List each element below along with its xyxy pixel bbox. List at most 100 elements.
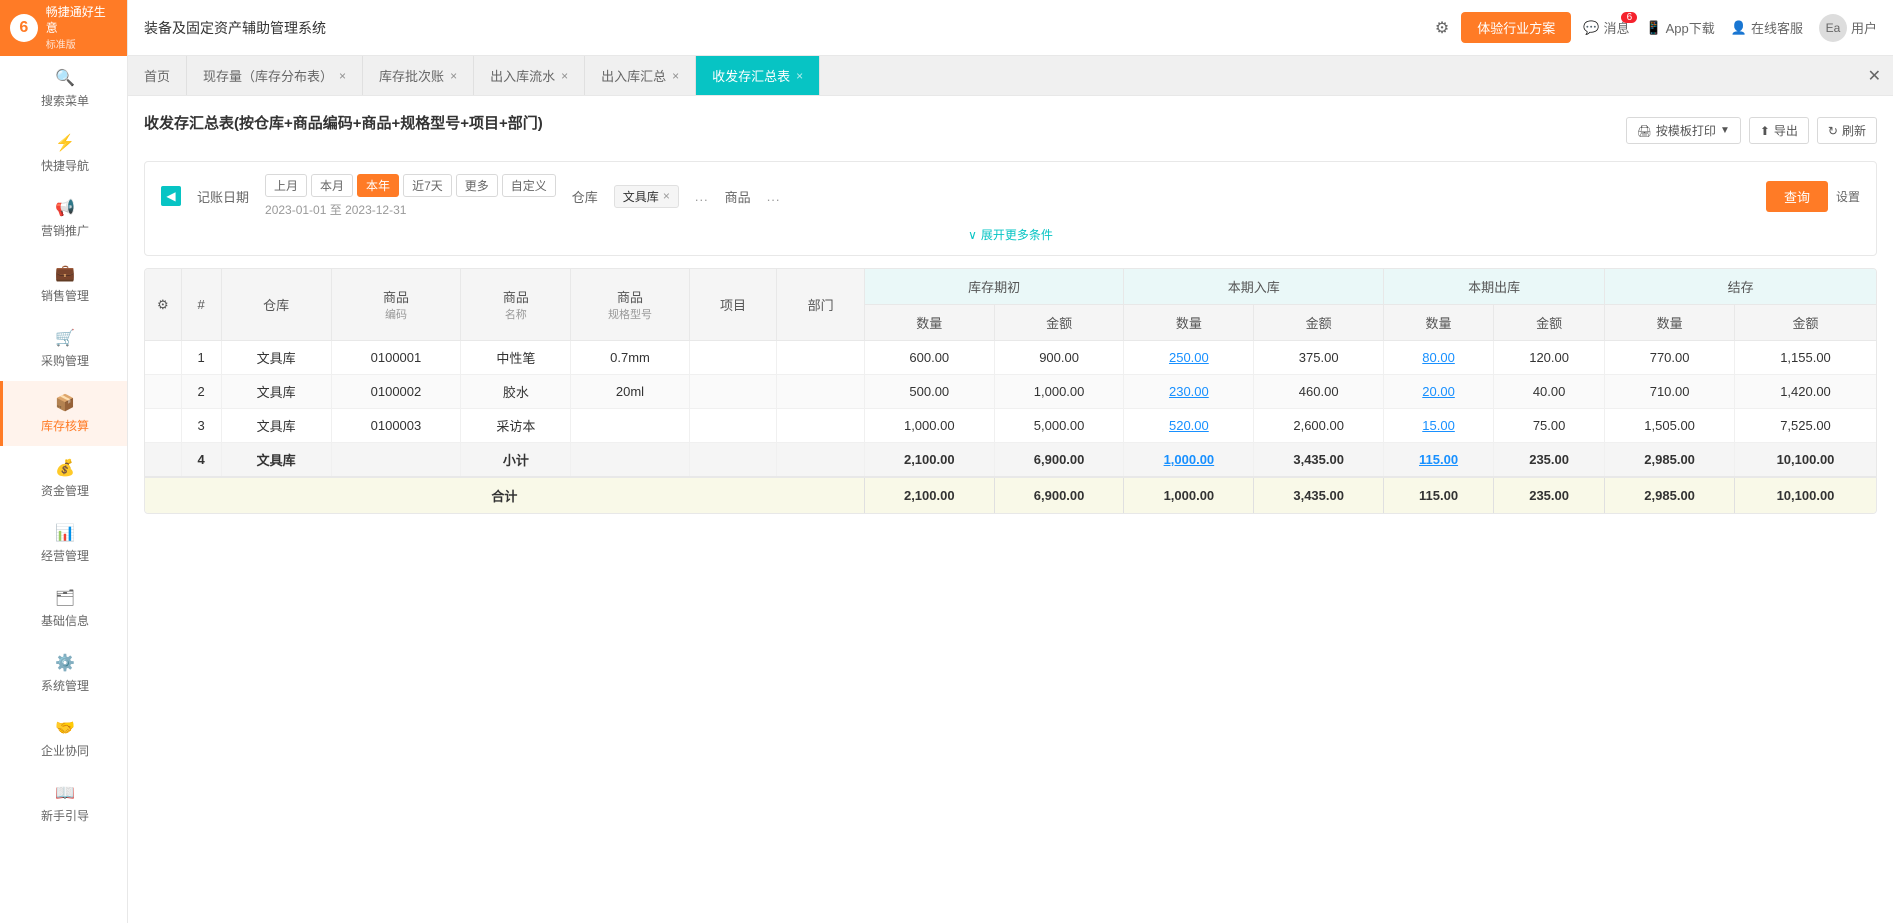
logo-icon: 6 — [10, 14, 38, 42]
warehouse-tag-remove[interactable]: × — [663, 189, 670, 203]
avatar: Ea — [1819, 14, 1847, 42]
tab-close-4[interactable]: × — [672, 69, 679, 83]
row-out-qty-1[interactable]: 20.00 — [1384, 375, 1494, 409]
row-goods-code-2: 0100003 — [331, 409, 461, 443]
row-in-qty-3-link[interactable]: 1,000.00 — [1164, 452, 1215, 467]
online-service-action[interactable]: 👤 在线客服 — [1731, 18, 1803, 37]
row-in-qty-0[interactable]: 250.00 — [1124, 341, 1254, 375]
date-btn-this-month[interactable]: 本月 — [311, 174, 353, 197]
row-close-qty-1: 710.00 — [1605, 375, 1735, 409]
table-settings-col[interactable]: ⚙ — [145, 269, 181, 341]
tabs-close-all[interactable]: ✕ — [1856, 66, 1893, 86]
row-goods-code-1: 0100002 — [331, 375, 461, 409]
tab-0[interactable]: 首页 — [128, 56, 187, 96]
row-in-qty-1-link[interactable]: 230.00 — [1169, 384, 1209, 399]
row-out-qty-2[interactable]: 15.00 — [1384, 409, 1494, 443]
search-icon: 🔍 — [55, 68, 75, 88]
date-btn-last-month[interactable]: 上月 — [265, 174, 307, 197]
sidebar-item-basic[interactable]: 🗂 基础信息 — [0, 576, 127, 641]
trial-btn[interactable]: 体验行业方案 — [1461, 12, 1571, 43]
row-out-qty-3-link[interactable]: 115.00 — [1419, 452, 1458, 467]
tab-label-2: 库存批次账 — [379, 66, 444, 85]
sidebar-item-marketing[interactable]: 📢 营销推广 — [0, 186, 127, 251]
sidebar-item-sales[interactable]: 💼 销售管理 — [0, 251, 127, 316]
row-goods-code-0: 0100001 — [331, 341, 461, 375]
row-in-amt-3: 3,435.00 — [1254, 443, 1384, 478]
user-action[interactable]: Ea 用户 — [1819, 14, 1877, 42]
date-btn-this-year[interactable]: 本年 — [357, 174, 399, 197]
row-open-amt-0: 900.00 — [994, 341, 1124, 375]
expand-icon: ∨ — [968, 228, 977, 242]
app-download-label: App下载 — [1666, 18, 1715, 37]
date-btn-7days[interactable]: 近7天 — [403, 174, 452, 197]
row-out-qty-2-link[interactable]: 15.00 — [1422, 418, 1455, 433]
warehouse-filter-dots[interactable]: ... — [695, 189, 709, 204]
tab-close-1[interactable]: × — [339, 69, 346, 83]
row-out-qty-3[interactable]: 115.00 — [1384, 443, 1494, 478]
row-checkbox[interactable] — [145, 341, 181, 375]
sidebar-item-quick[interactable]: ⚡ 快捷导航 — [0, 121, 127, 186]
row-in-qty-2[interactable]: 520.00 — [1124, 409, 1254, 443]
row-in-qty-3[interactable]: 1,000.00 — [1124, 443, 1254, 478]
col-open-qty-header: 数量 — [864, 305, 994, 341]
row-checkbox[interactable] — [145, 375, 181, 409]
row-open-qty-0: 600.00 — [864, 341, 994, 375]
row-checkbox[interactable] — [145, 409, 181, 443]
goods-filter-dots[interactable]: ... — [767, 189, 781, 204]
tab-2[interactable]: 库存批次账 × — [363, 56, 474, 96]
expand-conditions-btn[interactable]: ∨ 展开更多条件 — [968, 226, 1053, 243]
page-header-row: 收发存汇总表(按仓库+商品编码+商品+规格型号+项目+部门) 🖨 按模板打印 ▼… — [144, 112, 1877, 149]
gear-icon[interactable]: ⚙ — [1435, 18, 1449, 38]
sidebar-label-sales: 销售管理 — [41, 287, 89, 304]
export-btn[interactable]: ⬆ 导出 — [1749, 117, 1809, 144]
print-btn[interactable]: 🖨 按模板打印 ▼ — [1626, 117, 1741, 144]
app-download-action[interactable]: 📱 App下载 — [1645, 18, 1714, 37]
row-in-qty-0-link[interactable]: 250.00 — [1169, 350, 1209, 365]
row-warehouse-3: 文具库 — [221, 443, 331, 478]
footer-close-qty: 2,985.00 — [1605, 477, 1735, 513]
basic-icon: 🗂 — [55, 588, 75, 608]
sidebar-item-system[interactable]: ⚙️ 系统管理 — [0, 641, 127, 706]
service-icon: 👤 — [1731, 20, 1747, 36]
tab-5[interactable]: 收发存汇总表× — [696, 56, 820, 96]
col-goods-spec-header: 商品规格型号 — [571, 269, 689, 341]
tab-label-3: 出入库流水 — [490, 66, 555, 85]
tab-close-5[interactable]: × — [796, 69, 803, 83]
row-out-qty-1-link[interactable]: 20.00 — [1422, 384, 1455, 399]
message-action[interactable]: 💬 消息 6 — [1583, 18, 1629, 37]
tab-3[interactable]: 出入库流水 × — [474, 56, 585, 96]
query-btn[interactable]: 查询 — [1766, 181, 1828, 212]
sidebar-label-quick: 快捷导航 — [41, 157, 89, 174]
tab-1[interactable]: 现存量（库存分布表）× — [187, 56, 363, 96]
row-goods-name-2: 采访本 — [461, 409, 571, 443]
sidebar-logo: 6 畅捷通好生意 标准版 — [0, 0, 127, 56]
date-btn-more[interactable]: 更多 — [456, 174, 498, 197]
row-out-qty-0-link[interactable]: 80.00 — [1422, 350, 1455, 365]
row-in-qty-2-link[interactable]: 520.00 — [1169, 418, 1209, 433]
sidebar-item-purchase[interactable]: 🛒 采购管理 — [0, 316, 127, 381]
row-num-1: 2 — [181, 375, 221, 409]
sidebar-item-finance[interactable]: 💰 资金管理 — [0, 446, 127, 511]
table-row: 1文具库0100001中性笔0.7mm600.00900.00250.00375… — [145, 341, 1876, 375]
warehouse-tag[interactable]: 文具库 × — [614, 185, 679, 208]
tab-4[interactable]: 出入库汇总× — [585, 56, 696, 96]
filter-collapse-icon[interactable]: ◀ — [161, 186, 181, 206]
quick-icon: ⚡ — [55, 133, 75, 153]
settings-btn[interactable]: 设置 — [1836, 188, 1860, 205]
sidebar-item-inventory[interactable]: 📦 库存核算 — [0, 381, 127, 446]
sidebar-item-operations[interactable]: 📊 经营管理 — [0, 511, 127, 576]
footer-in-qty: 1,000.00 — [1124, 477, 1254, 513]
tab-close-3[interactable]: × — [561, 69, 568, 83]
sidebar-item-collab[interactable]: 🤝 企业协同 — [0, 706, 127, 771]
row-in-qty-1[interactable]: 230.00 — [1124, 375, 1254, 409]
row-checkbox[interactable] — [145, 443, 181, 478]
tab-close-2[interactable]: × — [450, 69, 457, 83]
sidebar-item-search[interactable]: 🔍 搜索菜单 — [0, 56, 127, 121]
row-out-qty-0[interactable]: 80.00 — [1384, 341, 1494, 375]
date-btn-custom[interactable]: 自定义 — [502, 174, 556, 197]
footer-out-amt: 235.00 — [1494, 477, 1605, 513]
date-range-display: 2023-01-01 至 2023-12-31 — [265, 201, 556, 218]
row-project-1 — [689, 375, 777, 409]
refresh-btn[interactable]: ↻ 刷新 — [1817, 117, 1877, 144]
sidebar-item-guide[interactable]: 📖 新手引导 — [0, 771, 127, 836]
